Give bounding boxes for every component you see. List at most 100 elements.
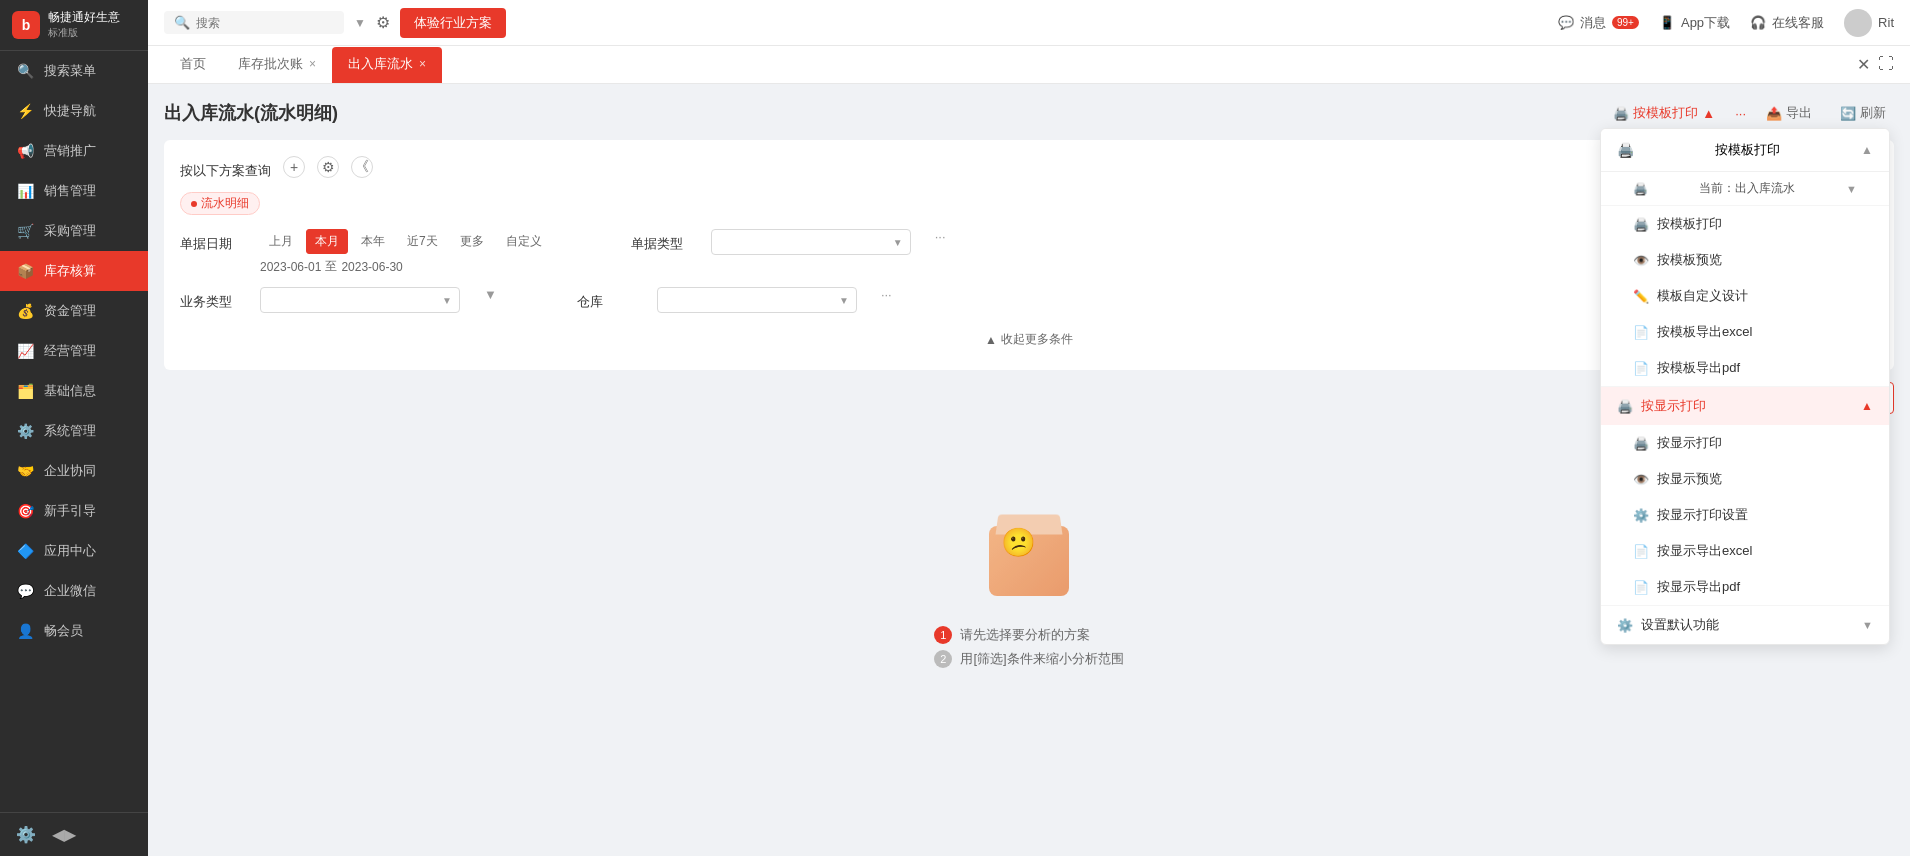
tab-home[interactable]: 首页 [164, 47, 222, 83]
maximize-window-icon[interactable]: ⛶ [1878, 55, 1894, 74]
shortcut-more[interactable]: 更多 [451, 229, 493, 254]
tab-batch-account[interactable]: 库存批次账 × [222, 47, 332, 83]
shortcut-this-month[interactable]: 本月 [306, 229, 348, 254]
warehouse-more[interactable]: ··· [881, 287, 892, 302]
doc-type-select[interactable] [711, 229, 911, 255]
add-condition-button[interactable]: + [283, 156, 305, 178]
sidebar-item-label: 销售管理 [44, 182, 96, 200]
dropdown-item-label: 按模板打印 [1657, 215, 1722, 233]
sidebar-item-member[interactable]: 👤 畅会员 [0, 611, 148, 651]
app-download-group[interactable]: 📱 App下载 [1659, 14, 1730, 32]
sidebar-item-basic[interactable]: 🗂️ 基础信息 [0, 371, 148, 411]
excel2-icon: 📄 [1633, 543, 1649, 559]
doc-type-more[interactable]: ··· [935, 229, 946, 244]
window-buttons: ✕ ⛶ [1857, 55, 1894, 74]
message-group[interactable]: 💬 消息 99+ [1558, 14, 1639, 32]
dropdown-item-display-pdf[interactable]: 📄 按显示导出pdf [1601, 569, 1889, 605]
dropdown-item-display-preview[interactable]: 👁️ 按显示预览 [1601, 461, 1889, 497]
sidebar-item-guide[interactable]: 🎯 新手引导 [0, 491, 148, 531]
sidebar-item-quick-nav[interactable]: ⚡ 快捷导航 [0, 91, 148, 131]
date-from: 2023-06-01 [260, 260, 321, 274]
dropdown-item-template-custom[interactable]: ✏️ 模板自定义设计 [1601, 278, 1889, 314]
dropdown-item-template-print[interactable]: 🖨️ 按模板打印 [1601, 206, 1889, 242]
sidebar-item-inventory[interactable]: 📦 库存核算 [0, 251, 148, 291]
page-title: 出入库流水(流水明细) [164, 101, 338, 125]
dropdown-header-icon: 🖨️ [1617, 142, 1634, 158]
action-divider: ··· [1735, 106, 1746, 121]
display-section-icon: 🖨️ [1617, 399, 1633, 414]
sidebar-item-sales[interactable]: 📊 销售管理 [0, 171, 148, 211]
dropdown-item-template-pdf[interactable]: 📄 按模板导出pdf [1601, 350, 1889, 386]
message-icon: 💬 [1558, 15, 1574, 30]
sidebar-item-label: 经营管理 [44, 342, 96, 360]
export-button[interactable]: 📤 导出 [1758, 100, 1820, 126]
trial-button[interactable]: 体验行业方案 [400, 8, 506, 38]
sidebar-item-wecom[interactable]: 💬 企业微信 [0, 571, 148, 611]
sidebar-item-system[interactable]: ⚙️ 系统管理 [0, 411, 148, 451]
dropdown-item-template-preview[interactable]: 👁️ 按模板预览 [1601, 242, 1889, 278]
biz-type-select[interactable] [260, 287, 460, 313]
settings-bottom-icon[interactable]: ⚙️ [16, 825, 36, 844]
settings-condition-button[interactable]: ⚙ [317, 156, 339, 178]
user-name: Rit [1878, 15, 1894, 30]
dropdown-item-label: 按显示导出excel [1657, 542, 1752, 560]
sidebar-item-operations[interactable]: 📈 经营管理 [0, 331, 148, 371]
filter-tag-flow-detail[interactable]: 流水明细 [180, 192, 260, 215]
sidebar-item-finance[interactable]: 💰 资金管理 [0, 291, 148, 331]
shortcut-this-year[interactable]: 本年 [352, 229, 394, 254]
dropdown-item-label: 按显示导出pdf [1657, 578, 1740, 596]
dropdown-panel: 🖨️ 按模板打印 ▲ 🖨️ 当前：出入库流水 ▼ 🖨️ 按模板打印 👁️ 按模板… [1600, 128, 1890, 645]
message-badge: 99+ [1612, 16, 1639, 29]
brand-name: 畅捷通好生意 [48, 10, 120, 26]
template-print-button[interactable]: 🖨️ 按模板打印 ▲ [1605, 100, 1723, 126]
user-group[interactable]: Rit [1844, 9, 1894, 37]
tab-stock-flow-label: 出入库流水 [348, 55, 413, 73]
collapse-sidebar-icon[interactable]: ◀▶ [52, 825, 76, 844]
warehouse-select[interactable] [657, 287, 857, 313]
shortcut-last-month[interactable]: 上月 [260, 229, 302, 254]
diamond-icon: 🔷 [16, 543, 34, 559]
top-header: 🔍 ▼ ⚙ 体验行业方案 💬 消息 99+ 📱 App下载 🎧 在线客服 Rit [148, 0, 1910, 46]
sidebar-item-purchase[interactable]: 🛒 采购管理 [0, 211, 148, 251]
search-input[interactable] [196, 16, 316, 30]
empty-face-icon: 😕 [1001, 526, 1036, 559]
dropdown-set-default[interactable]: ⚙️ 设置默认功能 ▼ [1601, 606, 1889, 644]
tab-batch-account-close[interactable]: × [309, 57, 316, 71]
dropdown-item-label: 按显示预览 [1657, 470, 1722, 488]
sidebar-item-marketing[interactable]: 📢 营销推广 [0, 131, 148, 171]
empty-hints: 1 请先选择要分析的方案 2 用[筛选]条件来缩小分析范围 [934, 626, 1123, 668]
header-dropdown-arrow[interactable]: ▼ [354, 16, 366, 30]
online-service-group[interactable]: 🎧 在线客服 [1750, 14, 1824, 32]
sidebar-item-collab[interactable]: 🤝 企业协同 [0, 451, 148, 491]
header-settings-icon[interactable]: ⚙ [376, 13, 390, 32]
logo-icon: b [12, 11, 40, 39]
dropdown-display-print-header[interactable]: 🖨️ 按显示打印 ▲ [1601, 387, 1889, 425]
sidebar-item-label: 营销推广 [44, 142, 96, 160]
dropdown-item-template-excel[interactable]: 📄 按模板导出excel [1601, 314, 1889, 350]
tab-stock-flow[interactable]: 出入库流水 × [332, 47, 442, 83]
collapse-filter-button[interactable]: 《 [351, 156, 373, 178]
sidebar-item-app-center[interactable]: 🔷 应用中心 [0, 531, 148, 571]
close-window-icon[interactable]: ✕ [1857, 55, 1870, 74]
sidebar-item-search[interactable]: 🔍 搜索菜单 [0, 51, 148, 91]
gear-icon: ⚙️ [16, 423, 34, 439]
shortcut-7days[interactable]: 近7天 [398, 229, 447, 254]
header-search-box[interactable]: 🔍 [164, 11, 344, 34]
online-service-label: 在线客服 [1772, 14, 1824, 32]
tab-bar: 首页 库存批次账 × 出入库流水 × ✕ ⛶ [148, 46, 1910, 84]
tab-stock-flow-close[interactable]: × [419, 57, 426, 71]
refresh-button[interactable]: 🔄 刷新 [1832, 100, 1894, 126]
dropdown-item-label: 按模板导出pdf [1657, 359, 1740, 377]
empty-hint-1: 1 请先选择要分析的方案 [934, 626, 1123, 644]
sidebar-bottom: ⚙️ ◀▶ [0, 812, 148, 856]
dropdown-item-display-excel[interactable]: 📄 按显示导出excel [1601, 533, 1889, 569]
shortcut-custom[interactable]: 自定义 [497, 229, 551, 254]
biz-type-dropdown[interactable]: ▼ [484, 287, 497, 302]
date-separator: 至 [325, 258, 337, 275]
sidebar: b 畅捷通好生意 标准版 🔍 搜索菜单 ⚡ 快捷导航 📢 营销推广 📊 销售管理… [0, 0, 148, 856]
dropdown-item-display-print[interactable]: 🖨️ 按显示打印 [1601, 425, 1889, 461]
dropdown-arrow-up[interactable]: ▲ [1861, 143, 1873, 157]
dropdown-item-display-settings[interactable]: ⚙️ 按显示打印设置 [1601, 497, 1889, 533]
biz-type-label: 业务类型 [180, 287, 240, 311]
search-icon: 🔍 [174, 15, 190, 30]
